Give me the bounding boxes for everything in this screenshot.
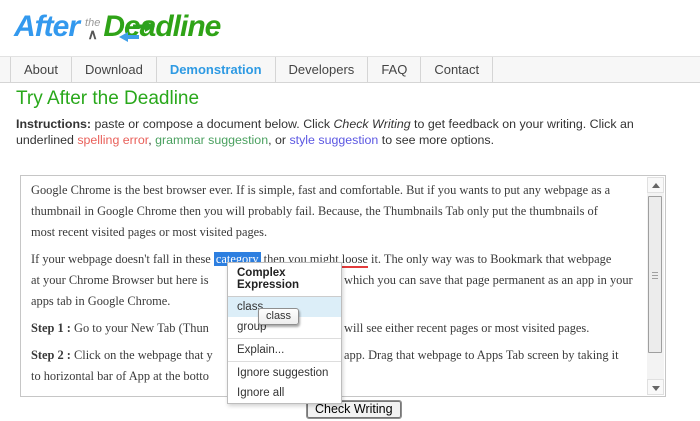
editor-text: If your webpage doesn't fall in these — [31, 252, 214, 266]
editor-text: will see either recent pages or most vis… — [344, 321, 590, 335]
editor-line: most recent visited pages or most visite… — [31, 222, 641, 243]
editor-scrollbar[interactable] — [647, 177, 664, 395]
popup-header: Complex Expression — [228, 263, 341, 297]
nav-bar: About Download Demonstration Developers … — [0, 56, 700, 83]
suggestion-popup: Complex Expression class group Explain..… — [227, 262, 342, 404]
nav-item-contact[interactable]: Contact — [421, 57, 494, 82]
logo-the-caret: the ∧ — [85, 18, 100, 42]
nav-item-developers[interactable]: Developers — [276, 57, 369, 82]
popup-separator — [228, 338, 341, 339]
drag-tooltip-class[interactable]: class — [258, 308, 300, 325]
editor-text: Step 1 : — [31, 321, 75, 335]
editor-text: apps tab in Google Chrome. — [31, 294, 171, 308]
editor-text: Google Chrome is the best browser ever. … — [31, 183, 611, 197]
page-title: Try After the Deadline — [16, 88, 200, 109]
editor-text: most recent visited pages or most visite… — [31, 225, 268, 239]
editor-text: Go to your New Tab (Thun — [74, 321, 209, 335]
editor-line: Google Chrome is the best browser ever. … — [31, 180, 641, 201]
misspelled-word[interactable]: loose — [341, 252, 368, 268]
instructions-line2: underlined spelling error, grammar sugge… — [16, 133, 495, 147]
ignore-suggestion-menu-item[interactable]: Ignore suggestion — [228, 363, 341, 383]
scrollbar-grip — [652, 274, 658, 276]
editor-text: Step 2 : — [31, 348, 75, 362]
check-writing-mention: Check Writing — [333, 117, 411, 131]
logo-deadline-text: Deadline — [103, 8, 221, 46]
nav-item-about[interactable]: About — [10, 57, 72, 82]
document-editor[interactable]: Google Chrome is the best browser ever. … — [20, 175, 666, 397]
style-suggestion-legend: style suggestion — [289, 133, 379, 147]
editor-text: Click on the webpage that y — [74, 348, 213, 362]
editor-text: which you can save that page permanent a… — [344, 273, 633, 287]
page: After the ∧ Deadline About Download Demo… — [0, 0, 700, 421]
editor-text: at your Chrome Browser but here is — [31, 273, 209, 287]
instructions-line1: Instructions: paste or compose a documen… — [16, 117, 634, 131]
spelling-error-legend: spelling error — [77, 133, 149, 147]
ignore-all-menu-item[interactable]: Ignore all — [228, 383, 341, 403]
nav-item-faq[interactable]: FAQ — [368, 57, 422, 82]
nav-item-demonstration[interactable]: Demonstration — [157, 57, 276, 82]
logo-after-text: After — [14, 10, 80, 43]
blue-left-arrow-icon — [119, 14, 140, 52]
nav-item-download[interactable]: Download — [72, 57, 157, 82]
site-logo[interactable]: After the ∧ Deadline — [14, 8, 221, 46]
caret-icon: ∧ — [87, 26, 98, 42]
instructions-label: Instructions: — [16, 117, 92, 131]
editor-text: it. The only way was to Bookmark that we… — [367, 252, 612, 266]
scrollbar-thumb[interactable] — [648, 196, 662, 353]
editor-text: to horizontal bar of App at the botto — [31, 369, 209, 383]
editor-paragraph: Google Chrome is the best browser ever. … — [31, 180, 641, 243]
popup-separator — [228, 361, 341, 362]
scroll-up-icon[interactable] — [647, 177, 664, 193]
editor-text: app. Drag that webpage to Apps Tab scree… — [344, 348, 619, 362]
instructions: Instructions: paste or compose a documen… — [16, 116, 688, 148]
editor-text: thumbnail in Google Chrome then you will… — [31, 204, 598, 218]
editor-line: thumbnail in Google Chrome then you will… — [31, 201, 641, 222]
explain-menu-item[interactable]: Explain... — [228, 340, 341, 360]
scroll-down-icon[interactable] — [647, 379, 664, 395]
grammar-suggestion-legend: grammar suggestion — [155, 133, 269, 147]
